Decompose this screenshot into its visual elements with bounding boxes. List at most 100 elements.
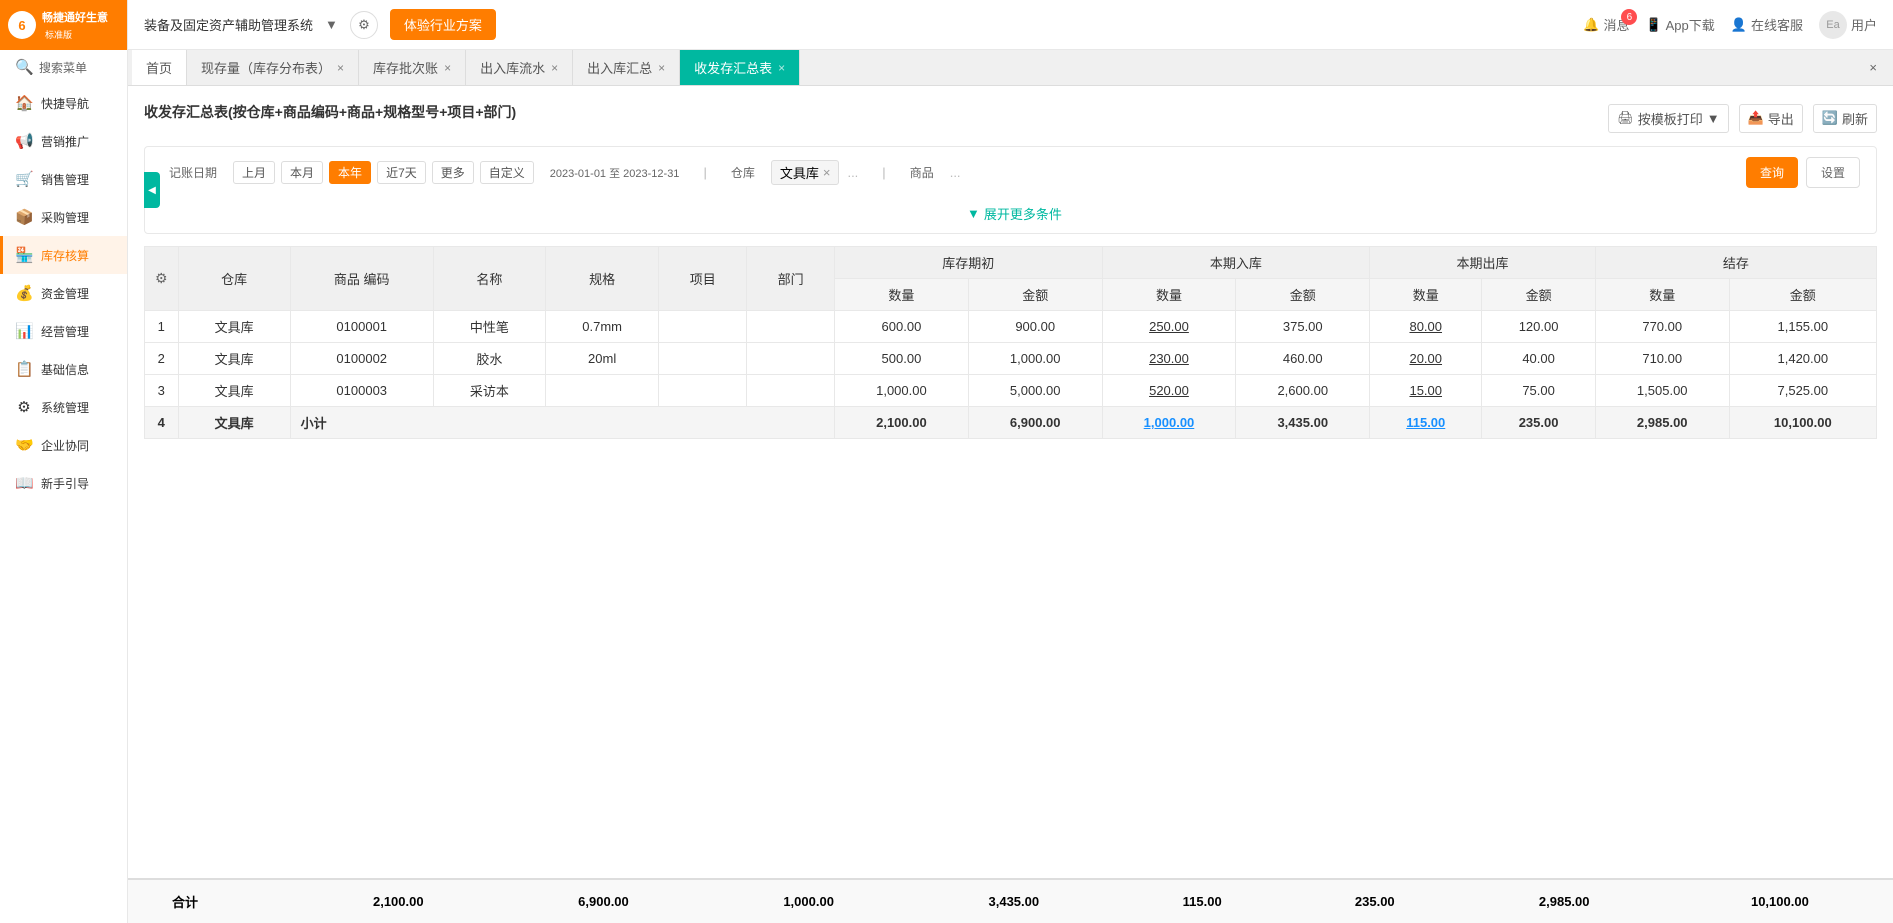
tab-close-inout-summary[interactable]: × bbox=[658, 61, 665, 75]
col-settings-header[interactable]: ⚙ bbox=[145, 247, 179, 311]
filter-toggle-button[interactable]: ◀ bbox=[144, 172, 160, 208]
row1-out-qty[interactable]: 80.00 bbox=[1370, 311, 1482, 343]
user-menu-button[interactable]: Ea 用户 bbox=[1819, 11, 1877, 39]
total-bar: 合计 2,100.00 6,900.00 1,000.00 3,435.00 1… bbox=[128, 878, 1893, 923]
sidebar-item-inventory[interactable]: 🏪 库存核算 bbox=[0, 236, 127, 274]
tab-bar-close[interactable]: × bbox=[1857, 52, 1889, 83]
filter-btn-7days[interactable]: 近7天 bbox=[377, 161, 426, 184]
row3-out-qty[interactable]: 15.00 bbox=[1370, 375, 1482, 407]
row1-code: 0100001 bbox=[290, 311, 433, 343]
col-close-amt-header: 金额 bbox=[1729, 279, 1876, 311]
tab-close-inout-flow[interactable]: × bbox=[551, 61, 558, 75]
chevron-down-icon: ▼ bbox=[325, 17, 338, 32]
col-dept-header: 部门 bbox=[747, 247, 835, 311]
sidebar-item-search[interactable]: 🔍 搜索菜单 bbox=[0, 50, 127, 84]
total-close-amt: 10,100.00 bbox=[1667, 886, 1893, 917]
tab-collect-summary[interactable]: 收发存汇总表 × bbox=[680, 50, 800, 85]
refresh-icon: 🔄 bbox=[1822, 110, 1838, 126]
col-out-header: 本期出库 bbox=[1370, 247, 1596, 279]
row2-in-qty[interactable]: 230.00 bbox=[1102, 343, 1236, 375]
col-out-qty-header: 数量 bbox=[1370, 279, 1482, 311]
sidebar-item-operations[interactable]: 📊 经营管理 bbox=[0, 312, 127, 350]
total-close-qty: 2,985.00 bbox=[1462, 886, 1667, 917]
row3-no: 3 bbox=[145, 375, 179, 407]
sidebar-item-sales[interactable]: 🛒 销售管理 bbox=[0, 160, 127, 198]
settings-button[interactable]: ⚙ bbox=[350, 11, 378, 39]
sidebar-item-purchase[interactable]: 📦 采购管理 bbox=[0, 198, 127, 236]
subtotal-out-amt: 235.00 bbox=[1482, 407, 1596, 439]
tab-batch[interactable]: 库存批次账 × bbox=[359, 50, 466, 85]
column-settings-icon[interactable]: ⚙ bbox=[155, 270, 168, 286]
subtotal-open-amt: 6,900.00 bbox=[968, 407, 1102, 439]
row2-open-qty: 500.00 bbox=[835, 343, 969, 375]
filter-btn-this-month[interactable]: 本月 bbox=[281, 161, 323, 184]
row1-open-amt: 900.00 bbox=[968, 311, 1102, 343]
row2-close-amt: 1,420.00 bbox=[1729, 343, 1876, 375]
refresh-button[interactable]: 🔄 刷新 bbox=[1813, 104, 1877, 133]
tab-home[interactable]: 首页 bbox=[132, 50, 187, 85]
row3-close-qty: 1,505.00 bbox=[1595, 375, 1729, 407]
sidebar-item-quick-nav[interactable]: 🏠 快捷导航 bbox=[0, 84, 127, 122]
print-icon: 🖨 bbox=[1617, 110, 1634, 126]
row1-warehouse: 文具库 bbox=[178, 311, 290, 343]
export-button[interactable]: 📤 导出 bbox=[1739, 104, 1803, 133]
table-row: 1 文具库 0100001 中性笔 0.7mm 600.00 900.00 25… bbox=[145, 311, 1877, 343]
tab-close-batch[interactable]: × bbox=[444, 61, 451, 75]
tab-close-inventory-dist[interactable]: × bbox=[337, 61, 344, 75]
warehouse-tag-close[interactable]: × bbox=[823, 165, 831, 180]
marketing-icon: 📢 bbox=[15, 132, 33, 150]
warehouse-ellipsis[interactable]: ... bbox=[847, 165, 858, 180]
row2-warehouse: 文具库 bbox=[178, 343, 290, 375]
separator2: | bbox=[882, 165, 885, 180]
print-button[interactable]: 🖨 按模板打印 ▼ bbox=[1608, 104, 1728, 133]
row3-open-amt: 5,000.00 bbox=[968, 375, 1102, 407]
subtotal-open-qty: 2,100.00 bbox=[835, 407, 969, 439]
filter-btn-last-month[interactable]: 上月 bbox=[233, 161, 275, 184]
tab-close-collect-summary[interactable]: × bbox=[778, 61, 785, 75]
col-closing-header: 结存 bbox=[1595, 247, 1876, 279]
row2-open-amt: 1,000.00 bbox=[968, 343, 1102, 375]
tab-inventory-dist[interactable]: 现存量（库存分布表） × bbox=[187, 50, 359, 85]
messages-button[interactable]: 🔔 消息 6 bbox=[1583, 15, 1629, 34]
row1-name: 中性笔 bbox=[433, 311, 545, 343]
sidebar-item-marketing[interactable]: 📢 营销推广 bbox=[0, 122, 127, 160]
trial-button[interactable]: 体验行业方案 bbox=[390, 9, 496, 40]
col-project-header: 项目 bbox=[659, 247, 747, 311]
col-in-amt-header: 金额 bbox=[1236, 279, 1370, 311]
app-download-button[interactable]: 📱 App下载 bbox=[1645, 15, 1714, 34]
tab-bar: 首页 现存量（库存分布表） × 库存批次账 × 出入库流水 × 出入库汇总 × … bbox=[128, 50, 1893, 86]
sidebar-item-system[interactable]: ⚙ 系统管理 bbox=[0, 388, 127, 426]
online-service-button[interactable]: 👤 在线客服 bbox=[1731, 15, 1803, 34]
row3-out-amt: 75.00 bbox=[1482, 375, 1596, 407]
row1-in-qty[interactable]: 250.00 bbox=[1102, 311, 1236, 343]
row3-name: 采访本 bbox=[433, 375, 545, 407]
total-out-qty: 115.00 bbox=[1116, 886, 1288, 917]
row1-out-amt: 120.00 bbox=[1482, 311, 1596, 343]
separator: | bbox=[703, 165, 706, 180]
inventory-icon: 🏪 bbox=[15, 246, 33, 264]
row2-code: 0100002 bbox=[290, 343, 433, 375]
system-dropdown[interactable]: ▼ bbox=[325, 17, 338, 32]
sidebar-item-enterprise[interactable]: 🤝 企业协同 bbox=[0, 426, 127, 464]
tab-inout-flow[interactable]: 出入库流水 × bbox=[466, 50, 573, 85]
sidebar-item-basic[interactable]: 📋 基础信息 bbox=[0, 350, 127, 388]
row3-in-qty[interactable]: 520.00 bbox=[1102, 375, 1236, 407]
row3-spec bbox=[545, 375, 658, 407]
sidebar-item-guide[interactable]: 📖 新手引导 bbox=[0, 464, 127, 502]
query-button[interactable]: 查询 bbox=[1746, 157, 1798, 188]
sidebar-item-finance[interactable]: 💰 资金管理 bbox=[0, 274, 127, 312]
goods-ellipsis[interactable]: ... bbox=[950, 165, 961, 180]
expand-filter-button[interactable]: ▼ 展开更多条件 bbox=[967, 204, 1062, 223]
col-spec-header: 规格 bbox=[545, 247, 658, 311]
tab-inout-summary[interactable]: 出入库汇总 × bbox=[573, 50, 680, 85]
subtotal-close-amt: 10,100.00 bbox=[1729, 407, 1876, 439]
filter-btn-custom[interactable]: 自定义 bbox=[480, 161, 534, 184]
col-warehouse-header: 仓库 bbox=[178, 247, 290, 311]
filter-settings-button[interactable]: 设置 bbox=[1806, 157, 1860, 188]
page-title: 收发存汇总表(按仓库+商品编码+商品+规格型号+项目+部门) bbox=[144, 102, 516, 122]
row2-out-qty[interactable]: 20.00 bbox=[1370, 343, 1482, 375]
avatar: Ea bbox=[1819, 11, 1847, 39]
filter-btn-this-year[interactable]: 本年 bbox=[329, 161, 371, 184]
filter-btn-more[interactable]: 更多 bbox=[432, 161, 474, 184]
filter-row: 记账日期 上月 本月 本年 近7天 更多 自定义 2023-01-01 至 20… bbox=[169, 157, 1860, 188]
